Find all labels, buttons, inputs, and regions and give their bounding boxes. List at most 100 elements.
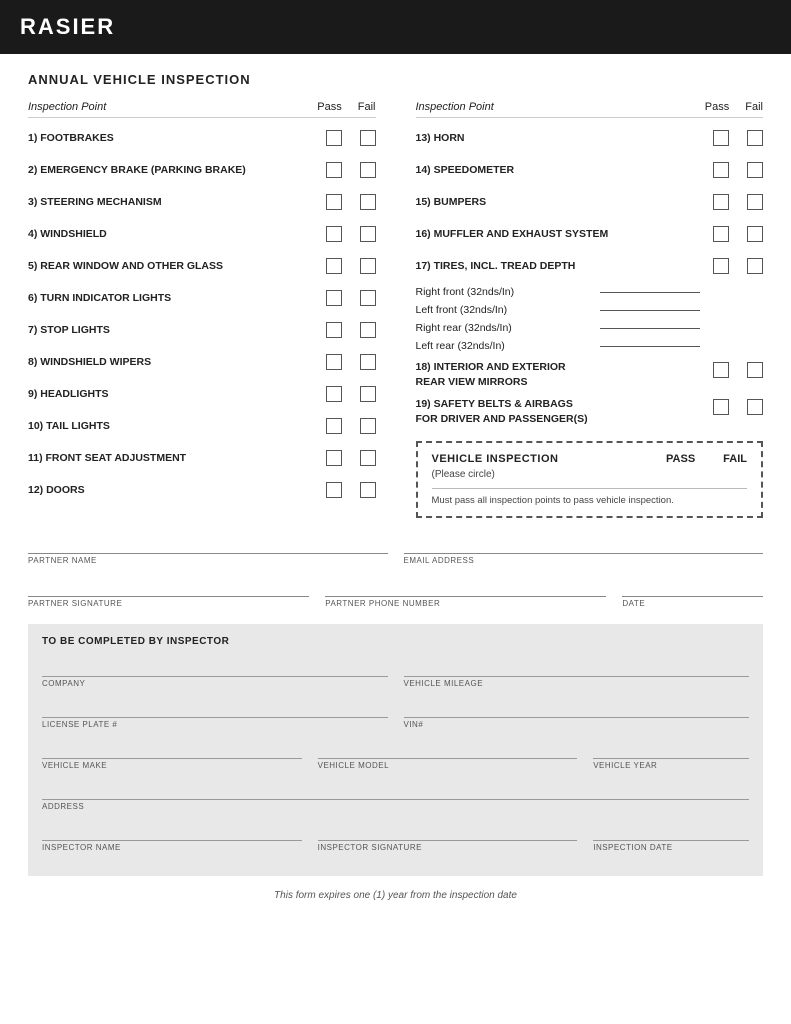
inspection-date-line[interactable]	[593, 823, 749, 841]
tire-entry: Right front (32nds/In)	[416, 286, 764, 298]
item-label: 5) REAR WINDOW AND OTHER GLASS	[28, 260, 326, 272]
checkboxes	[326, 482, 376, 498]
company-field: COMPANY	[42, 659, 388, 688]
pass-checkbox[interactable]	[713, 226, 729, 242]
pass-checkbox[interactable]	[326, 450, 342, 466]
right-pass-label: Pass	[705, 101, 729, 113]
vin-line[interactable]	[404, 700, 750, 718]
year-label: VEHICLE YEAR	[593, 761, 749, 770]
company-line[interactable]	[42, 659, 388, 677]
pass-checkbox[interactable]	[326, 194, 342, 210]
checkboxes	[713, 130, 763, 146]
inspector-name-field: INSPECTOR NAME	[42, 823, 302, 852]
table-row: 2) EMERGENCY BRAKE (PARKING BRAKE)	[28, 158, 376, 182]
pass-checkbox[interactable]	[713, 162, 729, 178]
inspector-name-line[interactable]	[42, 823, 302, 841]
partner-sig-label: PARTNER SIGNATURE	[28, 599, 309, 608]
fail-checkbox[interactable]	[360, 226, 376, 242]
plate-line[interactable]	[42, 700, 388, 718]
fail-checkbox[interactable]	[360, 130, 376, 146]
pass-checkbox[interactable]	[326, 130, 342, 146]
vi-pass-fail: PASS FAIL	[666, 453, 747, 465]
make-label: VEHICLE MAKE	[42, 761, 302, 770]
tire-label: Left rear (32nds/In)	[416, 340, 596, 352]
pass-checkbox[interactable]	[326, 418, 342, 434]
fail-checkbox[interactable]	[747, 362, 763, 378]
left-col-header: Inspection Point Pass Fail	[28, 101, 376, 118]
pass-checkbox[interactable]	[326, 290, 342, 306]
mileage-line[interactable]	[404, 659, 750, 677]
item-label: 12) DOORS	[28, 484, 326, 496]
pass-checkbox[interactable]	[713, 362, 729, 378]
fail-checkbox[interactable]	[360, 450, 376, 466]
pass-checkbox[interactable]	[326, 354, 342, 370]
pass-checkbox[interactable]	[326, 258, 342, 274]
logo: RASIER	[20, 14, 771, 40]
inspection-columns: Inspection Point Pass Fail 1) FOOTBRAKES…	[28, 101, 763, 518]
table-row: 13) HORN	[416, 126, 764, 150]
inspector-row-1: COMPANY VEHICLE MILEAGE	[42, 659, 749, 688]
table-row: 4) WINDSHIELD	[28, 222, 376, 246]
fail-checkbox[interactable]	[360, 258, 376, 274]
inspector-name-label: INSPECTOR NAME	[42, 843, 302, 852]
inspector-row-5: INSPECTOR NAME INSPECTOR SIGNATURE INSPE…	[42, 823, 749, 852]
partner-name-line[interactable]	[28, 536, 388, 554]
fail-checkbox[interactable]	[360, 162, 376, 178]
pass-checkbox[interactable]	[713, 194, 729, 210]
fail-checkbox[interactable]	[747, 162, 763, 178]
fail-checkbox[interactable]	[360, 354, 376, 370]
pass-checkbox[interactable]	[713, 399, 729, 415]
left-pass-fail-header: Pass Fail	[317, 101, 375, 113]
inspection-date-label: INSPECTION DATE	[593, 843, 749, 852]
pass-checkbox[interactable]	[326, 226, 342, 242]
email-label: EMAIL ADDRESS	[404, 556, 764, 565]
email-line[interactable]	[404, 536, 764, 554]
make-line[interactable]	[42, 741, 302, 759]
checkboxes	[326, 418, 376, 434]
checkboxes	[713, 226, 763, 242]
fail-checkbox[interactable]	[360, 194, 376, 210]
vi-pass-label: PASS	[666, 453, 695, 465]
checkboxes	[326, 226, 376, 242]
item-label: 15) BUMPERS	[416, 196, 714, 208]
model-line[interactable]	[318, 741, 578, 759]
pass-checkbox[interactable]	[326, 386, 342, 402]
fail-checkbox[interactable]	[360, 386, 376, 402]
vi-top: VEHICLE INSPECTION PASS FAIL	[432, 453, 748, 465]
partner-sig-line[interactable]	[28, 579, 309, 597]
pass-checkbox[interactable]	[713, 258, 729, 274]
vin-field: VIN#	[404, 700, 750, 729]
fail-checkbox[interactable]	[747, 194, 763, 210]
partner-phone-line[interactable]	[325, 579, 606, 597]
inspector-row-4: ADDRESS	[42, 782, 749, 811]
date-line[interactable]	[622, 579, 763, 597]
mileage-field: VEHICLE MILEAGE	[404, 659, 750, 688]
inspector-row-2: LICENSE PLATE # VIN#	[42, 700, 749, 729]
fail-checkbox[interactable]	[360, 322, 376, 338]
inspector-sig-line[interactable]	[318, 823, 578, 841]
checkboxes	[326, 322, 376, 338]
page-content: ANNUAL VEHICLE INSPECTION Inspection Poi…	[0, 72, 791, 921]
pass-checkbox[interactable]	[713, 130, 729, 146]
fail-checkbox[interactable]	[747, 226, 763, 242]
vi-subtitle: (Please circle)	[432, 469, 748, 480]
table-row: 16) MUFFLER AND EXHAUST SYSTEM	[416, 222, 764, 246]
fail-checkbox[interactable]	[360, 482, 376, 498]
pass-checkbox[interactable]	[326, 162, 342, 178]
table-row: 17) TIRES, INCL. TREAD DEPTH	[416, 254, 764, 278]
fail-checkbox[interactable]	[747, 399, 763, 415]
pass-checkbox[interactable]	[326, 482, 342, 498]
fail-checkbox[interactable]	[360, 418, 376, 434]
tire-label: Left front (32nds/In)	[416, 304, 596, 316]
year-line[interactable]	[593, 741, 749, 759]
left-pass-label: Pass	[317, 101, 341, 113]
address-line[interactable]	[42, 782, 749, 800]
fail-checkbox[interactable]	[360, 290, 376, 306]
item-label: 4) WINDSHIELD	[28, 228, 326, 240]
pass-checkbox[interactable]	[326, 322, 342, 338]
fail-checkbox[interactable]	[747, 258, 763, 274]
vehicle-inspection-box: VEHICLE INSPECTION PASS FAIL (Please cir…	[416, 441, 764, 518]
table-row: 8) WINDSHIELD WIPERS	[28, 350, 376, 374]
company-label: COMPANY	[42, 679, 388, 688]
fail-checkbox[interactable]	[747, 130, 763, 146]
